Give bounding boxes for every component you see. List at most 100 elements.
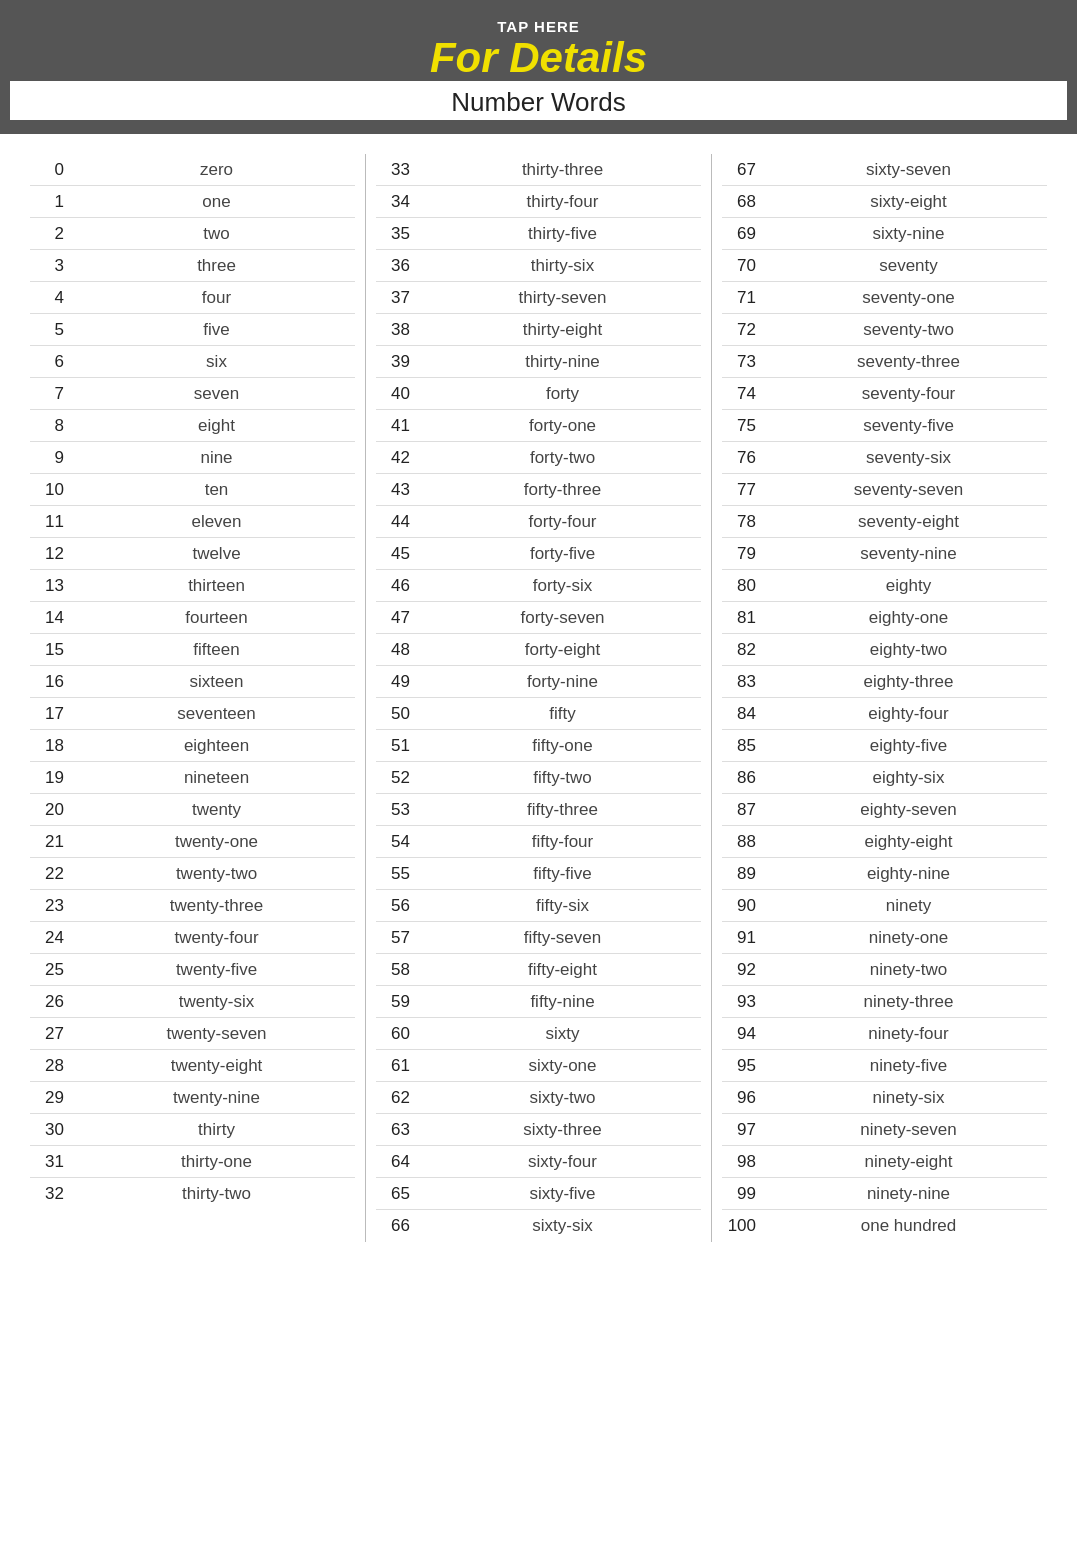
number-cell: 24 — [30, 928, 78, 948]
number-cell: 23 — [30, 896, 78, 916]
word-cell: seventy-five — [770, 416, 1047, 436]
number-cell: 22 — [30, 864, 78, 884]
number-cell: 66 — [376, 1216, 424, 1236]
table-row: 82eighty-two — [722, 634, 1047, 666]
word-cell: fifty-eight — [424, 960, 701, 980]
table-row: 20twenty — [30, 794, 355, 826]
word-cell: one hundred — [770, 1216, 1047, 1236]
table-row: 48forty-eight — [376, 634, 701, 666]
number-cell: 51 — [376, 736, 424, 756]
table-row: 23twenty-three — [30, 890, 355, 922]
table-row: 44forty-four — [376, 506, 701, 538]
word-cell: ninety-three — [770, 992, 1047, 1012]
word-cell: eighty-two — [770, 640, 1047, 660]
number-cell: 100 — [722, 1216, 770, 1236]
page-header[interactable]: TAP HERE For Details Number Words — [0, 0, 1077, 134]
column-2: 33thirty-three34thirty-four35thirty-five… — [366, 154, 712, 1242]
table-row: 62sixty-two — [376, 1082, 701, 1114]
table-row: 96ninety-six — [722, 1082, 1047, 1114]
column-3: 67sixty-seven68sixty-eight69sixty-nine70… — [712, 154, 1047, 1242]
table-row: 39thirty-nine — [376, 346, 701, 378]
table-row: 17seventeen — [30, 698, 355, 730]
table-row: 29twenty-nine — [30, 1082, 355, 1114]
table-row: 7seven — [30, 378, 355, 410]
word-cell: thirty-five — [424, 224, 701, 244]
table-row: 1one — [30, 186, 355, 218]
number-cell: 84 — [722, 704, 770, 724]
word-cell: thirty-four — [424, 192, 701, 212]
word-cell: seventy-seven — [770, 480, 1047, 500]
number-cell: 1 — [30, 192, 78, 212]
word-cell: forty-nine — [424, 672, 701, 692]
word-cell: fifty-five — [424, 864, 701, 884]
word-cell: twenty-seven — [78, 1024, 355, 1044]
table-row: 34thirty-four — [376, 186, 701, 218]
table-row: 15fifteen — [30, 634, 355, 666]
number-cell: 29 — [30, 1088, 78, 1108]
word-cell: fifty-one — [424, 736, 701, 756]
number-cell: 47 — [376, 608, 424, 628]
number-cell: 27 — [30, 1024, 78, 1044]
number-cell: 36 — [376, 256, 424, 276]
word-cell: twenty — [78, 800, 355, 820]
number-cell: 43 — [376, 480, 424, 500]
number-cell: 52 — [376, 768, 424, 788]
table-row: 99ninety-nine — [722, 1178, 1047, 1210]
number-cell: 10 — [30, 480, 78, 500]
table-row: 86eighty-six — [722, 762, 1047, 794]
table-row: 41forty-one — [376, 410, 701, 442]
word-cell: fifty-two — [424, 768, 701, 788]
table-row: 49forty-nine — [376, 666, 701, 698]
table-row: 100one hundred — [722, 1210, 1047, 1242]
number-cell: 95 — [722, 1056, 770, 1076]
tap-here-label: TAP HERE — [10, 18, 1067, 35]
number-cell: 4 — [30, 288, 78, 308]
table-row: 83eighty-three — [722, 666, 1047, 698]
table-row: 87eighty-seven — [722, 794, 1047, 826]
word-cell: twenty-three — [78, 896, 355, 916]
word-cell: two — [78, 224, 355, 244]
table-row: 67sixty-seven — [722, 154, 1047, 186]
table-row: 18eighteen — [30, 730, 355, 762]
table-row: 58fifty-eight — [376, 954, 701, 986]
word-cell: zero — [78, 160, 355, 180]
word-cell: thirty-eight — [424, 320, 701, 340]
number-cell: 70 — [722, 256, 770, 276]
word-cell: ninety-one — [770, 928, 1047, 948]
table-row: 4four — [30, 282, 355, 314]
number-cell: 59 — [376, 992, 424, 1012]
table-row: 88eighty-eight — [722, 826, 1047, 858]
table-row: 65sixty-five — [376, 1178, 701, 1210]
table-row: 32thirty-two — [30, 1178, 355, 1210]
number-cell: 8 — [30, 416, 78, 436]
table-row: 71seventy-one — [722, 282, 1047, 314]
word-cell: eighty-four — [770, 704, 1047, 724]
number-cell: 86 — [722, 768, 770, 788]
table-row: 3three — [30, 250, 355, 282]
number-cell: 89 — [722, 864, 770, 884]
number-cell: 77 — [722, 480, 770, 500]
number-cell: 58 — [376, 960, 424, 980]
word-cell: twenty-four — [78, 928, 355, 948]
number-cell: 40 — [376, 384, 424, 404]
word-cell: eleven — [78, 512, 355, 532]
word-cell: fifty-four — [424, 832, 701, 852]
number-cell: 61 — [376, 1056, 424, 1076]
number-cell: 5 — [30, 320, 78, 340]
table-row: 28twenty-eight — [30, 1050, 355, 1082]
word-cell: thirty-six — [424, 256, 701, 276]
number-cell: 44 — [376, 512, 424, 532]
number-cell: 45 — [376, 544, 424, 564]
number-cell: 12 — [30, 544, 78, 564]
table-row: 95ninety-five — [722, 1050, 1047, 1082]
table-row: 70seventy — [722, 250, 1047, 282]
table-row: 36thirty-six — [376, 250, 701, 282]
table-row: 55fifty-five — [376, 858, 701, 890]
number-cell: 30 — [30, 1120, 78, 1140]
table-row: 5five — [30, 314, 355, 346]
number-cell: 46 — [376, 576, 424, 596]
table-row: 75seventy-five — [722, 410, 1047, 442]
word-cell: seventy-one — [770, 288, 1047, 308]
word-cell: seventy-three — [770, 352, 1047, 372]
number-cell: 67 — [722, 160, 770, 180]
